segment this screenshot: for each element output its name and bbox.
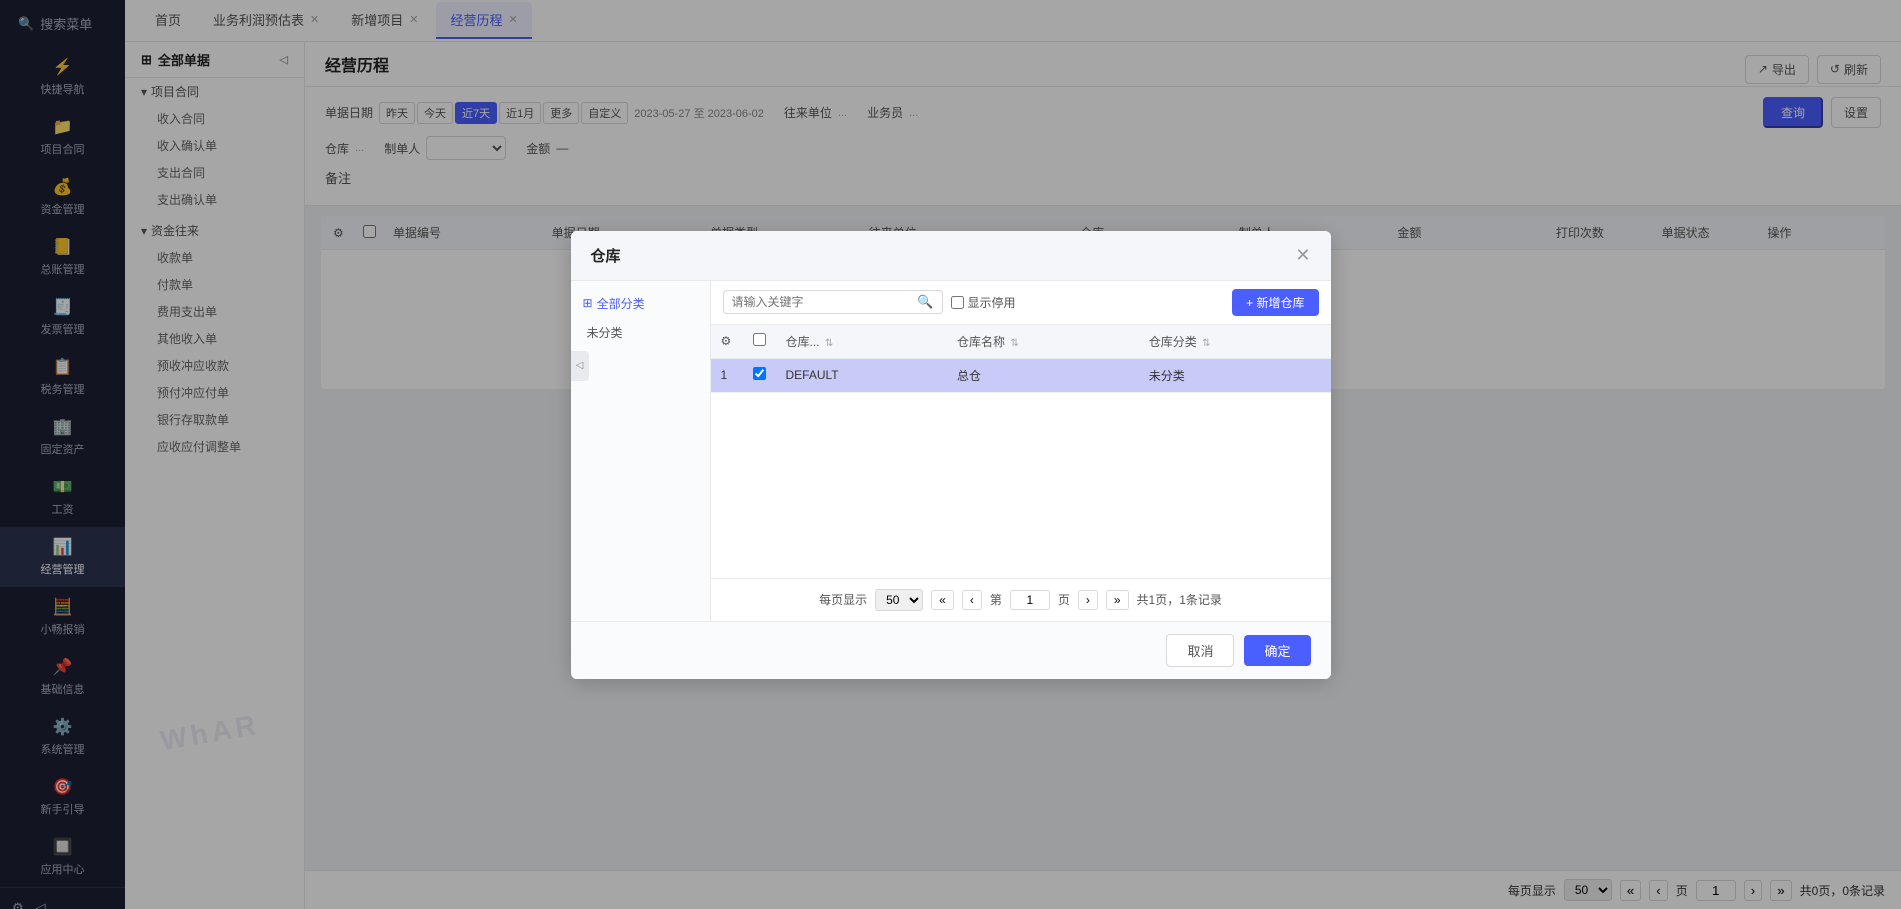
modal-body: ⊞ 全部分类 未分类 ◁ 🔍 显示停用 + 新增仓库 — [571, 281, 1331, 621]
category-all[interactable]: ⊞ 全部分类 — [571, 289, 710, 318]
col-check — [743, 325, 776, 359]
col-category-header: 仓库分类 ⇅ — [1139, 325, 1331, 359]
warehouse-modal: 仓库 ✕ ⊞ 全部分类 未分类 ◁ 🔍 显示停用 — [571, 231, 1331, 679]
confirm-button[interactable]: 确定 — [1244, 635, 1310, 666]
col-code-header: 仓库... ⇅ — [776, 325, 948, 359]
row-checkbox[interactable] — [753, 367, 766, 380]
modal-page-input[interactable] — [1010, 590, 1050, 610]
category-panel: ⊞ 全部分类 未分类 ◁ — [571, 281, 711, 621]
all-category-label: 全部分类 — [597, 295, 645, 312]
modal-toolbar: 🔍 显示停用 + 新增仓库 — [711, 281, 1331, 325]
modal-close-button[interactable]: ✕ — [1295, 245, 1310, 266]
warehouse-table: ⚙ 仓库... ⇅ 仓库名称 ⇅ 仓库分类 — [711, 325, 1331, 393]
row-check[interactable] — [743, 358, 776, 392]
modal-per-page-label: 每页显示 — [819, 591, 867, 608]
show-disabled-label: 显示停用 — [951, 294, 1016, 311]
col-name-header: 仓库名称 ⇅ — [947, 325, 1139, 359]
grid-icon: ⊞ — [583, 296, 593, 310]
select-all[interactable] — [753, 333, 766, 346]
col-settings: ⚙ — [711, 325, 743, 359]
sort-icon: ⇅ — [825, 338, 833, 349]
modal-page-suffix: 页 — [1058, 591, 1070, 608]
modal-total-label: 共1页，1条记录 — [1137, 591, 1222, 608]
search-input[interactable] — [732, 295, 918, 309]
table-row[interactable]: 1 DEFAULT 总仓 未分类 — [711, 358, 1331, 392]
sort-icon: ⇅ — [1010, 338, 1018, 349]
category-collapse-btn[interactable]: ◁ — [571, 351, 589, 381]
row-name: 总仓 — [947, 358, 1139, 392]
modal-table: ⚙ 仓库... ⇅ 仓库名称 ⇅ 仓库分类 — [711, 325, 1331, 578]
modal-header: 仓库 ✕ — [571, 231, 1331, 281]
modal-next-btn[interactable]: › — [1078, 590, 1098, 610]
modal-title: 仓库 — [591, 245, 621, 266]
row-code: DEFAULT — [776, 358, 948, 392]
sort-icon: ⇅ — [1202, 338, 1210, 349]
modal-prev-btn[interactable]: ‹ — [962, 590, 982, 610]
table-header-row: ⚙ 仓库... ⇅ 仓库名称 ⇅ 仓库分类 — [711, 325, 1331, 359]
modal-first-btn[interactable]: « — [931, 590, 954, 610]
row-settings: 1 — [711, 358, 743, 392]
search-icon: 🔍 — [917, 294, 933, 310]
modal-page-size[interactable]: 50 — [875, 589, 923, 611]
modal-page-label: 第 — [990, 591, 1002, 608]
modal-footer: 取消 确定 — [571, 621, 1331, 679]
show-disabled-checkbox[interactable] — [951, 296, 964, 309]
modal-pagination: 每页显示 50 « ‹ 第 页 › » 共1页，1条记录 — [711, 578, 1331, 621]
search-input-wrap: 🔍 — [723, 290, 943, 314]
modal-last-btn[interactable]: » — [1106, 590, 1129, 610]
category-unclassified[interactable]: 未分类 — [571, 318, 710, 347]
add-warehouse-button[interactable]: + 新增仓库 — [1232, 289, 1318, 316]
modal-content-panel: 🔍 显示停用 + 新增仓库 ⚙ — [711, 281, 1331, 621]
cancel-button[interactable]: 取消 — [1166, 634, 1234, 667]
row-category: 未分类 — [1139, 358, 1331, 392]
